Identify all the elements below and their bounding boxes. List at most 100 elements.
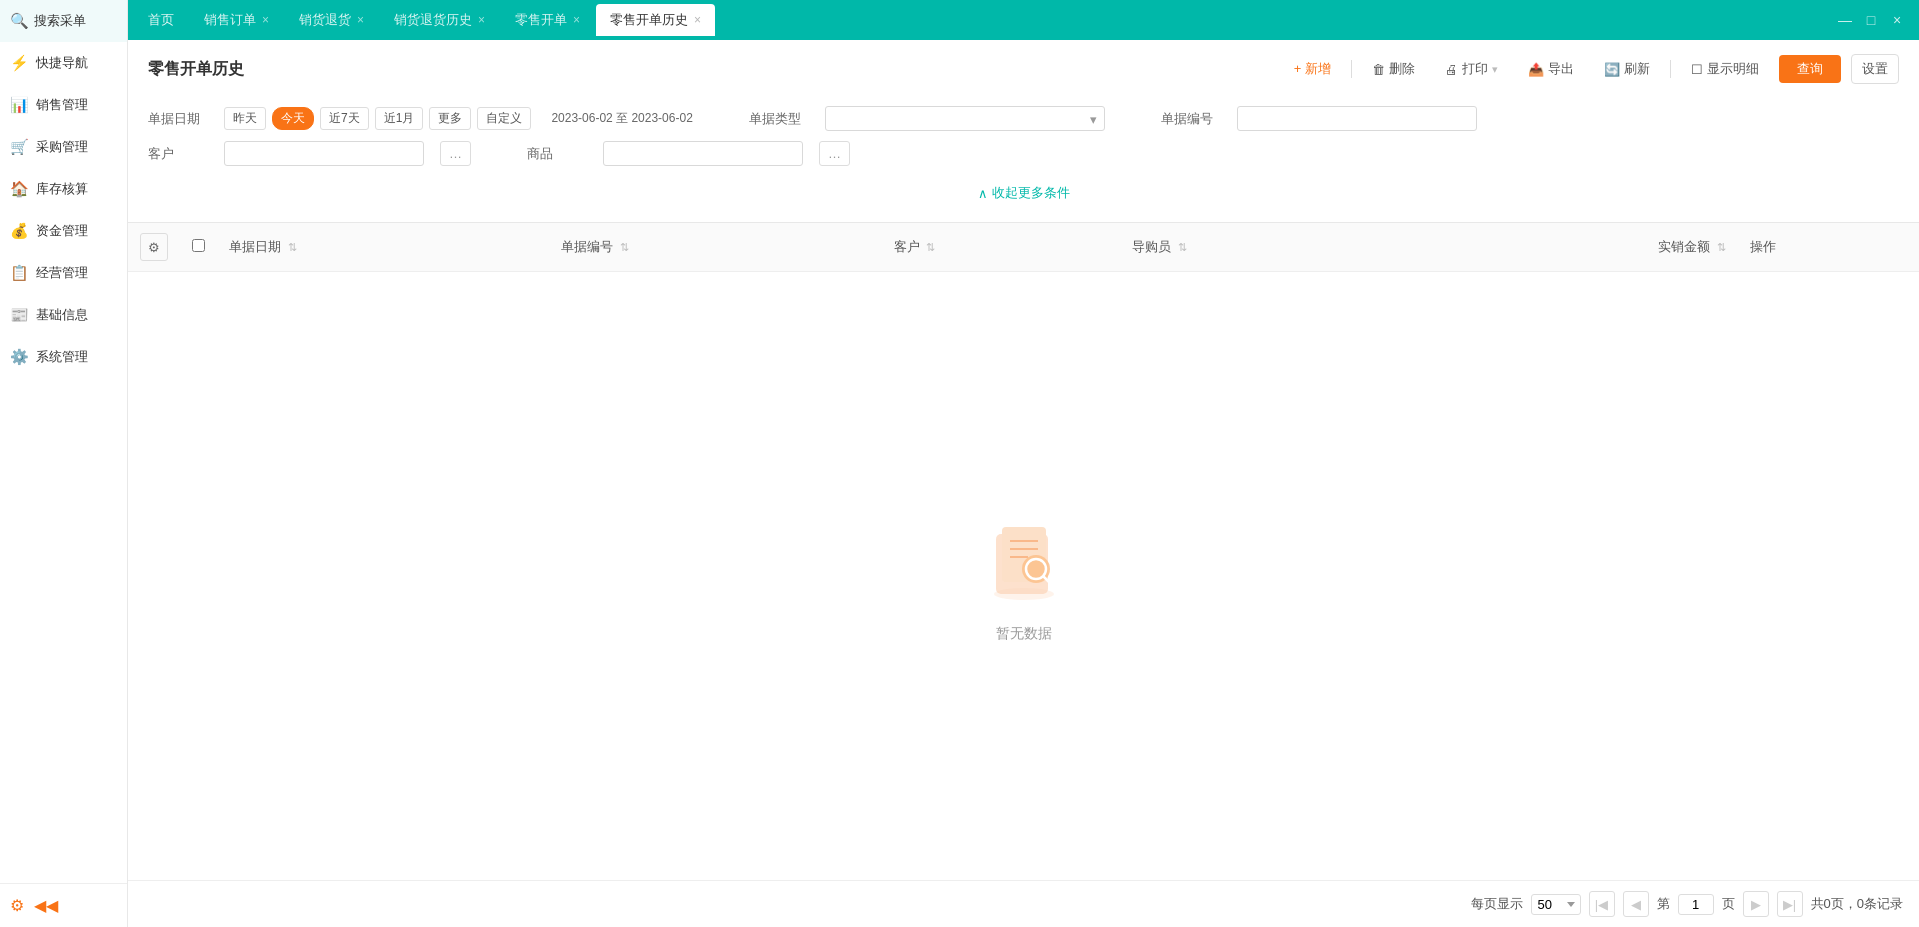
query-button[interactable]: 查询 [1779,55,1841,83]
sidebar-item-operations[interactable]: 📋 经营管理 [0,252,127,294]
close-tab-sales-return-history[interactable]: × [478,13,485,27]
sidebar-item-purchase-mgmt[interactable]: 🛒 采购管理 [0,126,127,168]
tab-retail-open[interactable]: 零售开单 × [501,4,594,36]
col-customer: 客户 ⇅ [882,223,1120,272]
page-size-select[interactable]: 50 10 20 100 [1531,894,1581,915]
quick-nav-icon: ⚡ [10,54,28,72]
content-area: 零售开单历史 + 新增 🗑 删除 🖨 打印 ▾ 📤 导出 [128,40,1919,927]
toolbar-divider-2 [1670,60,1671,78]
customer-ellipsis-btn[interactable]: … [440,141,471,166]
settings-button[interactable]: 设置 [1851,54,1899,84]
sidebar-item-sales-mgmt[interactable]: 📊 销售管理 [0,84,127,126]
print-button[interactable]: 🖨 打印 ▾ [1435,55,1508,83]
collapse-sidebar-icon[interactable]: ◀◀ [34,896,58,915]
sidebar-item-quick-nav[interactable]: ⚡ 快捷导航 [0,42,127,84]
operations-icon: 📋 [10,264,28,282]
date-yesterday[interactable]: 昨天 [224,107,266,130]
toolbar: + 新增 🗑 删除 🖨 打印 ▾ 📤 导出 [1284,54,1899,84]
product-input[interactable] [603,141,803,166]
add-button[interactable]: + 新增 [1284,55,1341,83]
sidebar-item-label: 基础信息 [36,306,88,324]
col-no: 单据编号 ⇅ [549,223,881,272]
doc-type-select[interactable] [825,106,1105,131]
product-label: 商品 [527,145,587,163]
display-detail-button[interactable]: ☐ 显示明细 [1681,55,1769,83]
sidebar-item-basic-info[interactable]: 📰 基础信息 [0,294,127,336]
date-custom[interactable]: 自定义 [477,107,531,130]
col-salesperson: 导购员 ⇅ [1120,223,1405,272]
sort-date-icon[interactable]: ⇅ [288,241,297,253]
tab-home[interactable]: 首页 [134,4,188,36]
system-icon: ⚙️ [10,348,28,366]
next-page-button[interactable]: ▶ [1743,891,1769,917]
sidebar-item-system[interactable]: ⚙️ 系统管理 [0,336,127,378]
inventory-icon: 🏠 [10,180,28,198]
customer-input[interactable] [224,141,424,166]
table-settings-cell: ⚙ [128,223,180,272]
collapse-button[interactable]: ∧ 收起更多条件 [978,180,1070,206]
refresh-icon: 🔄 [1604,62,1620,77]
table-settings-button[interactable]: ⚙ [140,233,168,261]
page-header: 零售开单历史 + 新增 🗑 删除 🖨 打印 ▾ 📤 导出 [128,40,1919,223]
doc-type-label: 单据类型 [749,110,809,128]
date-more[interactable]: 更多 [429,107,471,130]
close-tab-retail-open[interactable]: × [573,13,580,27]
close-window-button[interactable]: × [1889,12,1905,28]
date-today[interactable]: 今天 [272,107,314,130]
sort-salesperson-icon[interactable]: ⇅ [1178,241,1187,253]
settings-icon[interactable]: ⚙ [10,896,24,915]
delete-button[interactable]: 🗑 删除 [1362,55,1425,83]
tab-sales-order[interactable]: 销售订单 × [190,4,283,36]
date-1month[interactable]: 近1月 [375,107,424,130]
sidebar-item-label: 经营管理 [36,264,88,282]
page-label-post: 页 [1722,895,1735,913]
minimize-button[interactable]: — [1837,12,1853,28]
first-page-button[interactable]: |◀ [1589,891,1615,917]
refresh-button[interactable]: 🔄 刷新 [1594,55,1660,83]
sidebar: 🔍 搜索采单 ⚡ 快捷导航 📊 销售管理 🛒 采购管理 🏠 库存核算 💰 资金管… [0,0,128,927]
tab-bar: 首页 销售订单 × 销货退货 × 销货退货历史 × 零售开单 × 零售开单历史 … [128,0,1919,40]
export-button[interactable]: 📤 导出 [1518,55,1584,83]
maximize-button[interactable]: □ [1863,12,1879,28]
sort-amount-icon[interactable]: ⇅ [1717,241,1726,253]
col-amount: 实销金额 ⇅ [1405,223,1737,272]
total-info: 共0页，0条记录 [1811,895,1903,913]
checkbox-icon: ☐ [1691,62,1703,77]
sort-customer-icon[interactable]: ⇅ [926,241,935,253]
empty-text: 暂无数据 [996,625,1052,643]
prev-page-button[interactable]: ◀ [1623,891,1649,917]
tab-retail-history[interactable]: 零售开单历史 × [596,4,715,36]
print-icon: 🖨 [1445,62,1458,77]
export-icon: 📤 [1528,62,1544,77]
sidebar-item-finance[interactable]: 💰 资金管理 [0,210,127,252]
tab-sales-return-history[interactable]: 销货退货历史 × [380,4,499,36]
close-tab-sales-return[interactable]: × [357,13,364,27]
collapse-icon: ∧ [978,186,988,201]
page-title: 零售开单历史 [148,59,244,80]
select-all-checkbox[interactable] [192,239,205,252]
sidebar-item-label: 库存核算 [36,180,88,198]
sidebar-item-inventory[interactable]: 🏠 库存核算 [0,168,127,210]
product-ellipsis-btn[interactable]: … [819,141,850,166]
search-icon: 🔍 [10,12,28,30]
sort-no-icon[interactable]: ⇅ [620,241,629,253]
tab-sales-return[interactable]: 销货退货 × [285,4,378,36]
date-7days[interactable]: 近7天 [320,107,369,130]
filter-area: 单据日期 昨天 今天 近7天 近1月 更多 自定义 2023-06-02 至 2… [148,96,1899,222]
close-tab-sales-order[interactable]: × [262,13,269,27]
close-tab-retail-history[interactable]: × [694,13,701,27]
delete-icon: 🗑 [1372,62,1385,77]
page-label-pre: 第 [1657,895,1670,913]
finance-icon: 💰 [10,222,28,240]
doc-no-input[interactable] [1237,106,1477,131]
sidebar-search[interactable]: 🔍 搜索采单 [0,0,127,42]
date-range-display: 2023-06-02 至 2023-06-02 [551,110,692,127]
filter-row-2: 客户 … 商品 … [148,141,1899,166]
col-action: 操作 [1738,223,1919,272]
per-page-label: 每页显示 [1471,895,1523,913]
collapse-bar: ∧ 收起更多条件 [148,176,1899,214]
doc-type-select-wrap [825,106,1105,131]
page-number-input[interactable] [1678,894,1714,915]
last-page-button[interactable]: ▶| [1777,891,1803,917]
sidebar-item-label: 采购管理 [36,138,88,156]
